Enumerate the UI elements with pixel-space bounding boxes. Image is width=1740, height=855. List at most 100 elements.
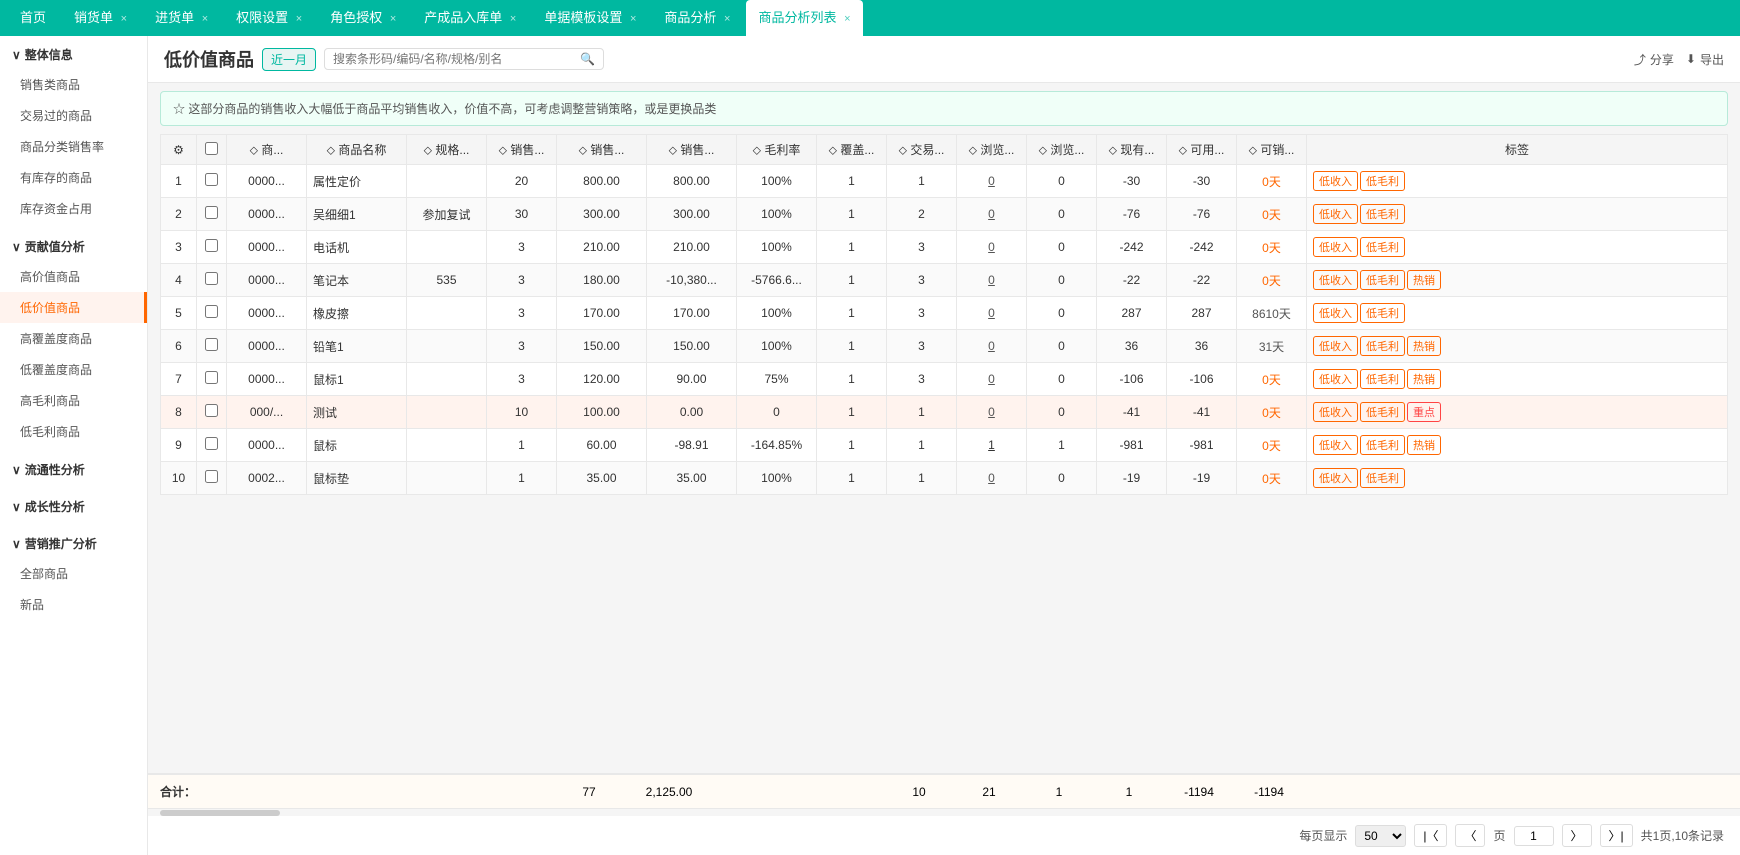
col-sales-amount1[interactable]: ⬦ 销售... [557, 135, 647, 165]
scrollbar-area[interactable] [148, 808, 1740, 816]
row-browse1[interactable]: 0 [957, 330, 1027, 363]
row-checkbox[interactable] [205, 437, 218, 450]
col-sales-qty[interactable]: ⬦ 销售... [487, 135, 557, 165]
select-all-checkbox[interactable] [205, 142, 218, 155]
row-checkbox[interactable] [205, 338, 218, 351]
col-name[interactable]: ⬦ 商品名称 [307, 135, 407, 165]
browse-link[interactable]: 0 [988, 471, 995, 485]
nav-product-analysis-list[interactable]: 商品分析列表 × [746, 0, 862, 36]
next-page-button[interactable]: 〉 [1562, 824, 1592, 847]
nav-product-analysis[interactable]: 商品分析 × [652, 0, 742, 36]
row-checkbox-cell[interactable] [197, 363, 227, 396]
table-row[interactable]: 1 0000... 属性定价 20 800.00 800.00 100% 1 1… [161, 165, 1728, 198]
table-row[interactable]: 4 0000... 笔记本 535 3 180.00 -10,380... -5… [161, 264, 1728, 297]
table-row[interactable]: 10 0002... 鼠标垫 1 35.00 35.00 100% 1 1 0 … [161, 462, 1728, 495]
sidebar-item-traded-products[interactable]: 交易过的商品 [0, 100, 147, 131]
search-box[interactable]: 🔍 [324, 48, 604, 70]
col-browse2[interactable]: ⬦ 浏览... [1027, 135, 1097, 165]
row-checkbox-cell[interactable] [197, 462, 227, 495]
browse-link[interactable]: 0 [988, 372, 995, 386]
row-browse1[interactable]: 0 [957, 396, 1027, 429]
sidebar-item-high-margin[interactable]: 高毛利商品 [0, 385, 147, 416]
nav-role-auth[interactable]: 角色授权 × [318, 0, 408, 36]
col-spec[interactable]: ⬦ 规格... [407, 135, 487, 165]
nav-permissions[interactable]: 权限设置 × [224, 0, 314, 36]
per-page-select[interactable]: 50 100 200 [1355, 825, 1406, 847]
row-checkbox-cell[interactable] [197, 231, 227, 264]
last-page-button[interactable]: 〉| [1600, 824, 1633, 847]
col-gross-margin[interactable]: ⬦ 毛利率 [737, 135, 817, 165]
sidebar-group-title-liquidity[interactable]: ∨ 流通性分析 [0, 455, 147, 484]
row-browse1[interactable]: 0 [957, 198, 1027, 231]
row-browse1[interactable]: 0 [957, 462, 1027, 495]
export-button[interactable]: ⬇ 导出 [1686, 51, 1724, 68]
sidebar-item-category-sales-rate[interactable]: 商品分类销售率 [0, 131, 147, 162]
row-checkbox-cell[interactable] [197, 297, 227, 330]
table-row[interactable]: 7 0000... 鼠标1 3 120.00 90.00 75% 1 3 0 0… [161, 363, 1728, 396]
row-checkbox[interactable] [205, 272, 218, 285]
row-checkbox[interactable] [205, 404, 218, 417]
settings-icon[interactable]: ⚙ [173, 143, 184, 157]
filter-tag-recent-month[interactable]: 近一月 [262, 48, 316, 71]
row-checkbox[interactable] [205, 371, 218, 384]
row-browse1[interactable]: 0 [957, 165, 1027, 198]
table-row[interactable]: 6 0000... 铅笔1 3 150.00 150.00 100% 1 3 0… [161, 330, 1728, 363]
col-coverage[interactable]: ⬦ 覆盖... [817, 135, 887, 165]
nav-purchase-order[interactable]: 进货单 × [143, 0, 220, 36]
nav-template-settings[interactable]: 单据模板设置 × [532, 0, 648, 36]
sidebar-item-sales-products[interactable]: 销售类商品 [0, 69, 147, 100]
browse-link[interactable]: 0 [988, 306, 995, 320]
row-browse1[interactable]: 0 [957, 363, 1027, 396]
sidebar-item-new-products[interactable]: 新品 [0, 589, 147, 620]
page-number-input[interactable] [1514, 826, 1554, 846]
row-checkbox-cell[interactable] [197, 165, 227, 198]
row-browse1[interactable]: 0 [957, 231, 1027, 264]
col-code[interactable]: ⬦ 商... [227, 135, 307, 165]
browse-link[interactable]: 0 [988, 207, 995, 221]
col-trade[interactable]: ⬦ 交易... [887, 135, 957, 165]
table-row[interactable]: 5 0000... 橡皮擦 3 170.00 170.00 100% 1 3 0… [161, 297, 1728, 330]
share-button[interactable]: ⤴ 分享 [1634, 51, 1674, 68]
sidebar-item-low-margin[interactable]: 低毛利商品 [0, 416, 147, 447]
col-stock2[interactable]: ⬦ 可用... [1167, 135, 1237, 165]
row-checkbox-cell[interactable] [197, 396, 227, 429]
sidebar-item-low-coverage[interactable]: 低覆盖度商品 [0, 354, 147, 385]
sidebar-group-title-overall[interactable]: ∨ 整体信息 [0, 40, 147, 69]
sidebar-group-title-contribution[interactable]: ∨ 贡献值分析 [0, 232, 147, 261]
search-input[interactable] [333, 52, 576, 66]
row-checkbox-cell[interactable] [197, 330, 227, 363]
col-saleable[interactable]: ⬦ 可销... [1237, 135, 1307, 165]
browse-link[interactable]: 0 [988, 240, 995, 254]
sidebar-item-stocked-products[interactable]: 有库存的商品 [0, 162, 147, 193]
table-row[interactable]: 3 0000... 电话机 3 210.00 210.00 100% 1 3 0… [161, 231, 1728, 264]
row-browse1[interactable]: 1 [957, 429, 1027, 462]
row-checkbox[interactable] [205, 239, 218, 252]
table-row[interactable]: 8 000/... 测试 10 100.00 0.00 0 1 1 0 0 -4… [161, 396, 1728, 429]
col-browse1[interactable]: ⬦ 浏览... [957, 135, 1027, 165]
browse-link[interactable]: 0 [988, 273, 995, 287]
col-sales-amount2[interactable]: ⬦ 销售... [647, 135, 737, 165]
browse-link[interactable]: 0 [988, 339, 995, 353]
nav-product-inbound[interactable]: 产成品入库单 × [412, 0, 528, 36]
browse-link[interactable]: 1 [988, 438, 995, 452]
row-checkbox-cell[interactable] [197, 264, 227, 297]
row-browse1[interactable]: 0 [957, 264, 1027, 297]
browse-link[interactable]: 0 [988, 405, 995, 419]
row-checkbox[interactable] [205, 173, 218, 186]
row-checkbox-cell[interactable] [197, 429, 227, 462]
table-row[interactable]: 9 0000... 鼠标 1 60.00 -98.91 -164.85% 1 1… [161, 429, 1728, 462]
sidebar-group-title-growth[interactable]: ∨ 成长性分析 [0, 492, 147, 521]
row-checkbox[interactable] [205, 206, 218, 219]
sidebar-item-inventory-capital[interactable]: 库存资金占用 [0, 193, 147, 224]
col-stock1[interactable]: ⬦ 现有... [1097, 135, 1167, 165]
first-page-button[interactable]: |〈 [1414, 824, 1447, 847]
sidebar-item-high-coverage[interactable]: 高覆盖度商品 [0, 323, 147, 354]
prev-page-button[interactable]: 〈 [1455, 824, 1485, 847]
browse-link[interactable]: 0 [988, 174, 995, 188]
row-checkbox[interactable] [205, 470, 218, 483]
sidebar-item-high-value[interactable]: 高价值商品 [0, 261, 147, 292]
sidebar-item-low-value[interactable]: 低价值商品 [0, 292, 147, 323]
row-checkbox[interactable] [205, 305, 218, 318]
table-row[interactable]: 2 0000... 吴细细1 参加复试 30 300.00 300.00 100… [161, 198, 1728, 231]
col-settings[interactable]: ⚙ [161, 135, 197, 165]
